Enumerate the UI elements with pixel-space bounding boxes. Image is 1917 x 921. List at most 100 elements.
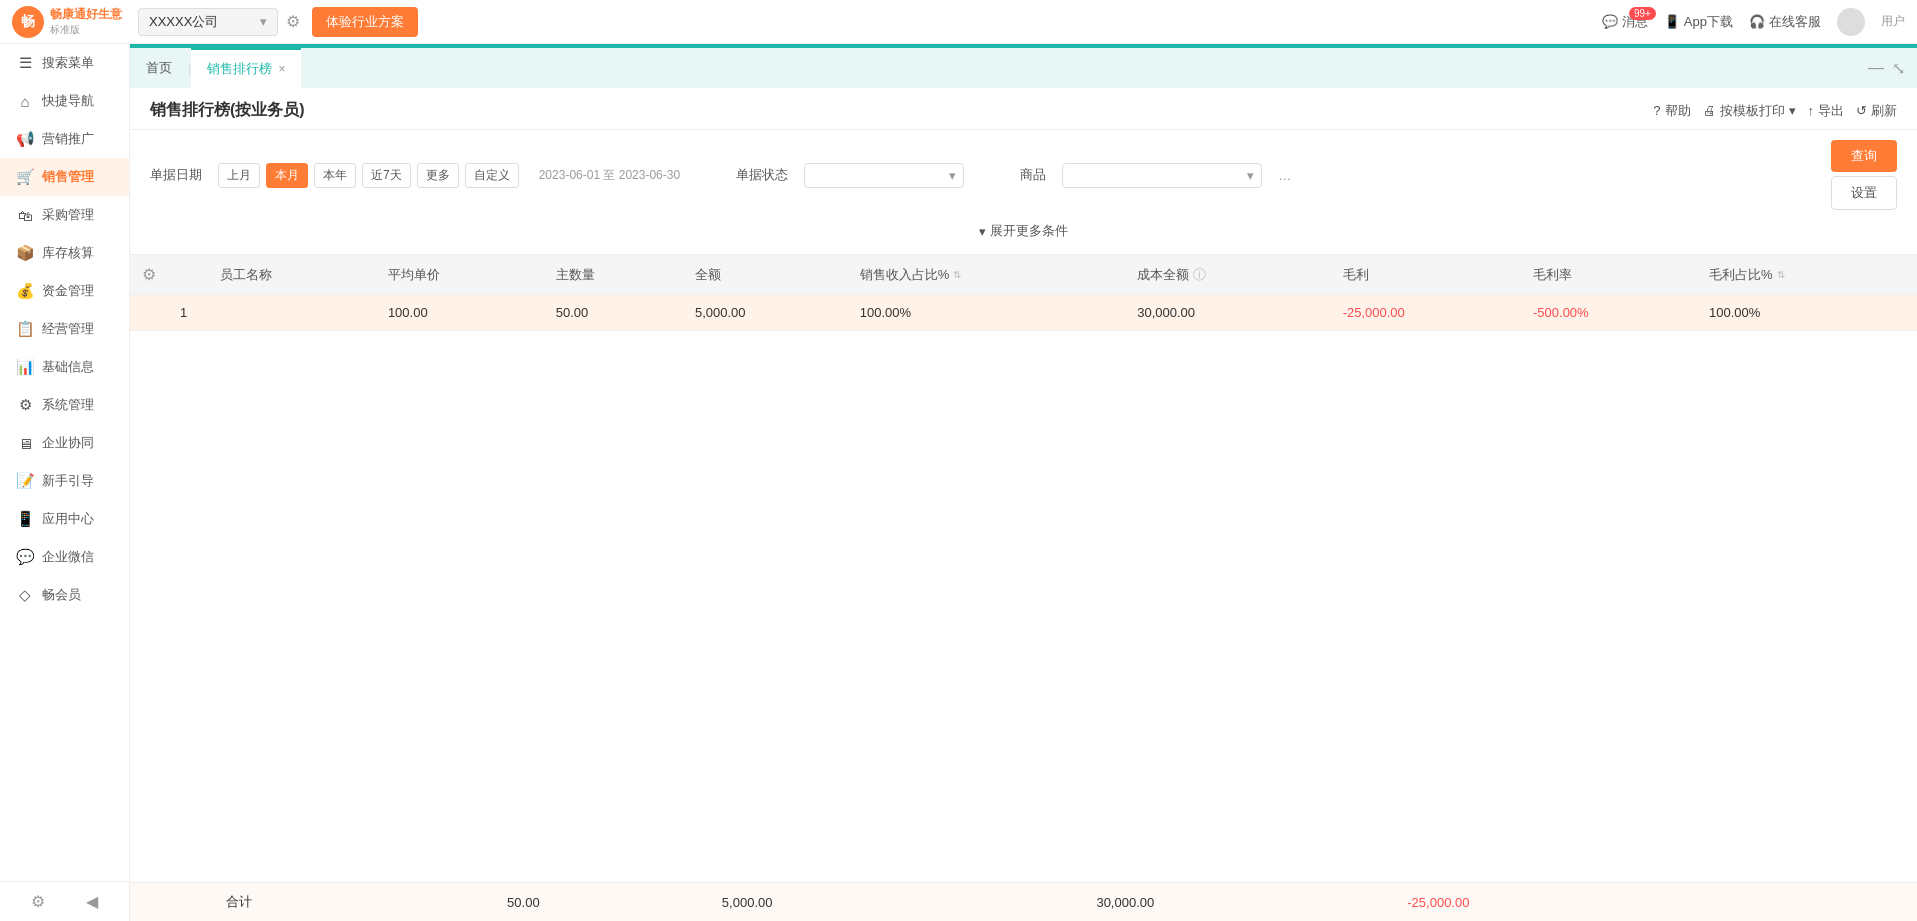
avatar[interactable] — [1837, 8, 1865, 36]
sidebar-icon-7: 📋 — [16, 320, 34, 338]
tab-close-icon[interactable]: × — [278, 62, 285, 76]
message-action[interactable]: 💬 消息 99+ — [1602, 13, 1648, 31]
sidebar-item-14[interactable]: ◇ 畅会员 — [0, 576, 129, 614]
footer-rank-cell — [174, 893, 214, 911]
sidebar-label-14: 畅会员 — [42, 586, 81, 604]
tab-minimize-button[interactable]: — — [1868, 59, 1884, 77]
this-month-button[interactable]: 本月 — [266, 163, 308, 188]
filter-row-1: 单据日期 上月 本月 本年 近7天 更多 自定义 2023-06-01 至 20… — [150, 140, 1897, 210]
company-selector[interactable]: XXXXX公司 ▾ — [138, 8, 278, 36]
app-download-action[interactable]: 📱 App下载 — [1664, 13, 1733, 31]
goods-more-icon[interactable]: … — [1278, 168, 1291, 183]
footer-cost-amount: 30,000.00 — [1084, 893, 1395, 911]
print-button[interactable]: 🖨 按模板打印 ▾ — [1703, 102, 1796, 120]
row-name — [208, 295, 376, 331]
sidebar-icon-12: 📱 — [16, 510, 34, 528]
date-filter-buttons: 上月 本月 本年 近7天 更多 自定义 — [218, 163, 519, 188]
query-actions: 查询 设置 — [1831, 140, 1897, 210]
sidebar-icon-5: 📦 — [16, 244, 34, 262]
sidebar: ☰搜索菜单⌂快捷导航📢营销推广 🛒 销售管理 🛍采购管理 📦 库存核算 💰资金管理 📋 经营管理… — [0, 44, 130, 921]
query-button[interactable]: 查询 — [1831, 140, 1897, 172]
footer-gross-margin — [1723, 893, 1814, 911]
chevron-down-icon: ▾ — [260, 14, 267, 29]
last-month-button[interactable]: 上月 — [218, 163, 260, 188]
sidebar-item-5[interactable]: 📦 库存核算 — [0, 234, 129, 272]
message-icon: 💬 — [1602, 14, 1618, 29]
sidebar-item-10[interactable]: 🖥企业协同 — [0, 424, 129, 462]
sidebar-icon-9: ⚙ — [16, 396, 34, 414]
col-gross-profit: 毛利 — [1331, 255, 1521, 295]
sidebar-item-13[interactable]: 💬企业微信 — [0, 538, 129, 576]
row-gross-margin: -500.00% — [1521, 295, 1697, 331]
app-icon: 📱 — [1664, 14, 1680, 29]
sidebar-item-3[interactable]: 🛒 销售管理 — [0, 158, 129, 196]
sort-icon-2[interactable]: ⇅ — [1777, 269, 1785, 280]
table-row: 1 100.00 50.00 5,000.00 100.00% 30,000.0… — [130, 295, 1917, 331]
this-year-button[interactable]: 本年 — [314, 163, 356, 188]
refresh-button[interactable]: ↺ 刷新 — [1856, 102, 1897, 120]
sidebar-item-4[interactable]: 🛍采购管理 — [0, 196, 129, 234]
footer-table: 合计 50.00 5,000.00 30,000.00 -25,000.00 — [142, 893, 1905, 911]
sidebar-item-12[interactable]: 📱 应用中心 — [0, 500, 129, 538]
goods-input[interactable] — [1062, 163, 1262, 188]
info-icon[interactable]: ⓘ — [1193, 266, 1206, 284]
column-settings-icon[interactable]: ⚙ — [142, 266, 156, 283]
more-date-button[interactable]: 更多 — [417, 163, 459, 188]
sidebar-icon-2: 📢 — [16, 130, 34, 148]
print-icon: 🖨 — [1703, 103, 1716, 118]
col-amount: 全额 — [683, 255, 848, 295]
sidebar-settings-icon[interactable]: ⚙ — [31, 892, 45, 911]
sidebar-icon-14: ◇ — [16, 586, 34, 604]
col-gross-pct: 毛利占比%⇅ — [1697, 255, 1917, 295]
sidebar-item-7[interactable]: 📋 经营管理 — [0, 310, 129, 348]
online-support-action[interactable]: 🎧 在线客服 — [1749, 13, 1821, 31]
filter-settings-button[interactable]: 设置 — [1831, 176, 1897, 210]
sidebar-item-9[interactable]: ⚙系统管理 — [0, 386, 129, 424]
sidebar-icon-13: 💬 — [16, 548, 34, 566]
col-sales-pct: 销售收入占比%⇅ — [848, 255, 1125, 295]
sort-icon[interactable]: ⇅ — [953, 269, 961, 280]
sidebar-item-6[interactable]: 💰资金管理 — [0, 272, 129, 310]
tab-sales-ranking[interactable]: 销售排行榜 × — [191, 48, 301, 88]
sidebar-label-7: 经营管理 — [42, 320, 94, 338]
col-settings[interactable]: ⚙ — [130, 255, 168, 295]
tab-expand-button[interactable]: ⤡ — [1892, 59, 1905, 78]
expand-conditions-button[interactable]: ▾ 展开更多条件 — [150, 218, 1897, 244]
export-icon: ↑ — [1808, 103, 1815, 118]
status-filter-label: 单据状态 — [736, 166, 788, 184]
goods-select-wrap — [1062, 163, 1262, 188]
custom-date-button[interactable]: 自定义 — [465, 163, 519, 188]
tab-bar: 首页 | 销售排行榜 × — ⤡ — [130, 48, 1917, 88]
sidebar-label-4: 采购管理 — [42, 206, 94, 224]
sidebar-label-10: 企业协同 — [42, 434, 94, 452]
footer-amount: 5,000.00 — [710, 893, 993, 911]
top-settings-icon[interactable]: ⚙ — [286, 12, 300, 31]
help-button[interactable]: ? 帮助 — [1653, 102, 1690, 120]
sidebar-item-0[interactable]: ☰搜索菜单 — [0, 44, 129, 82]
page-actions: ? 帮助 🖨 按模板打印 ▾ ↑ 导出 ↺ 刷新 — [1653, 102, 1897, 120]
sidebar-label-5: 库存核算 — [42, 244, 94, 262]
table-area: ⚙ 员工名称 平均单价 主数量 全额 销售收入占比%⇅ 成本全额ⓘ — [130, 255, 1917, 882]
trial-button[interactable]: 体验行业方案 — [312, 7, 418, 37]
sidebar-item-2[interactable]: 📢营销推广 — [0, 120, 129, 158]
last7days-button[interactable]: 近7天 — [362, 163, 411, 188]
col-cost-amount: 成本全额ⓘ — [1125, 255, 1330, 295]
status-select[interactable] — [804, 163, 964, 188]
row-sales-pct: 100.00% — [848, 295, 1125, 331]
sidebar-item-11[interactable]: 📝新手引导 — [0, 462, 129, 500]
content-area: 首页 | 销售排行榜 × — ⤡ 销售排行榜(按业务员) ? 帮助 — [130, 44, 1917, 921]
sidebar-label-3: 销售管理 — [42, 168, 94, 186]
export-button[interactable]: ↑ 导出 — [1808, 102, 1845, 120]
sidebar-item-8[interactable]: 📊基础信息 — [0, 348, 129, 386]
sidebar-item-1[interactable]: ⌂快捷导航 — [0, 82, 129, 120]
footer-gross-profit: -25,000.00 — [1395, 893, 1722, 911]
sidebar-collapse-icon[interactable]: ◀ — [86, 892, 98, 911]
sidebar-icon-3: 🛒 — [16, 168, 34, 186]
sidebar-label-12: 应用中心 — [42, 510, 94, 528]
table-footer: 合计 50.00 5,000.00 30,000.00 -25,000.00 — [130, 882, 1917, 921]
col-avg-price: 平均单价 — [376, 255, 544, 295]
tab-home[interactable]: 首页 — [130, 48, 188, 88]
tab-label: 销售排行榜 — [207, 60, 272, 78]
footer-label: 合计 — [214, 893, 404, 911]
tab-bar-right: — ⤡ — [1868, 59, 1917, 78]
